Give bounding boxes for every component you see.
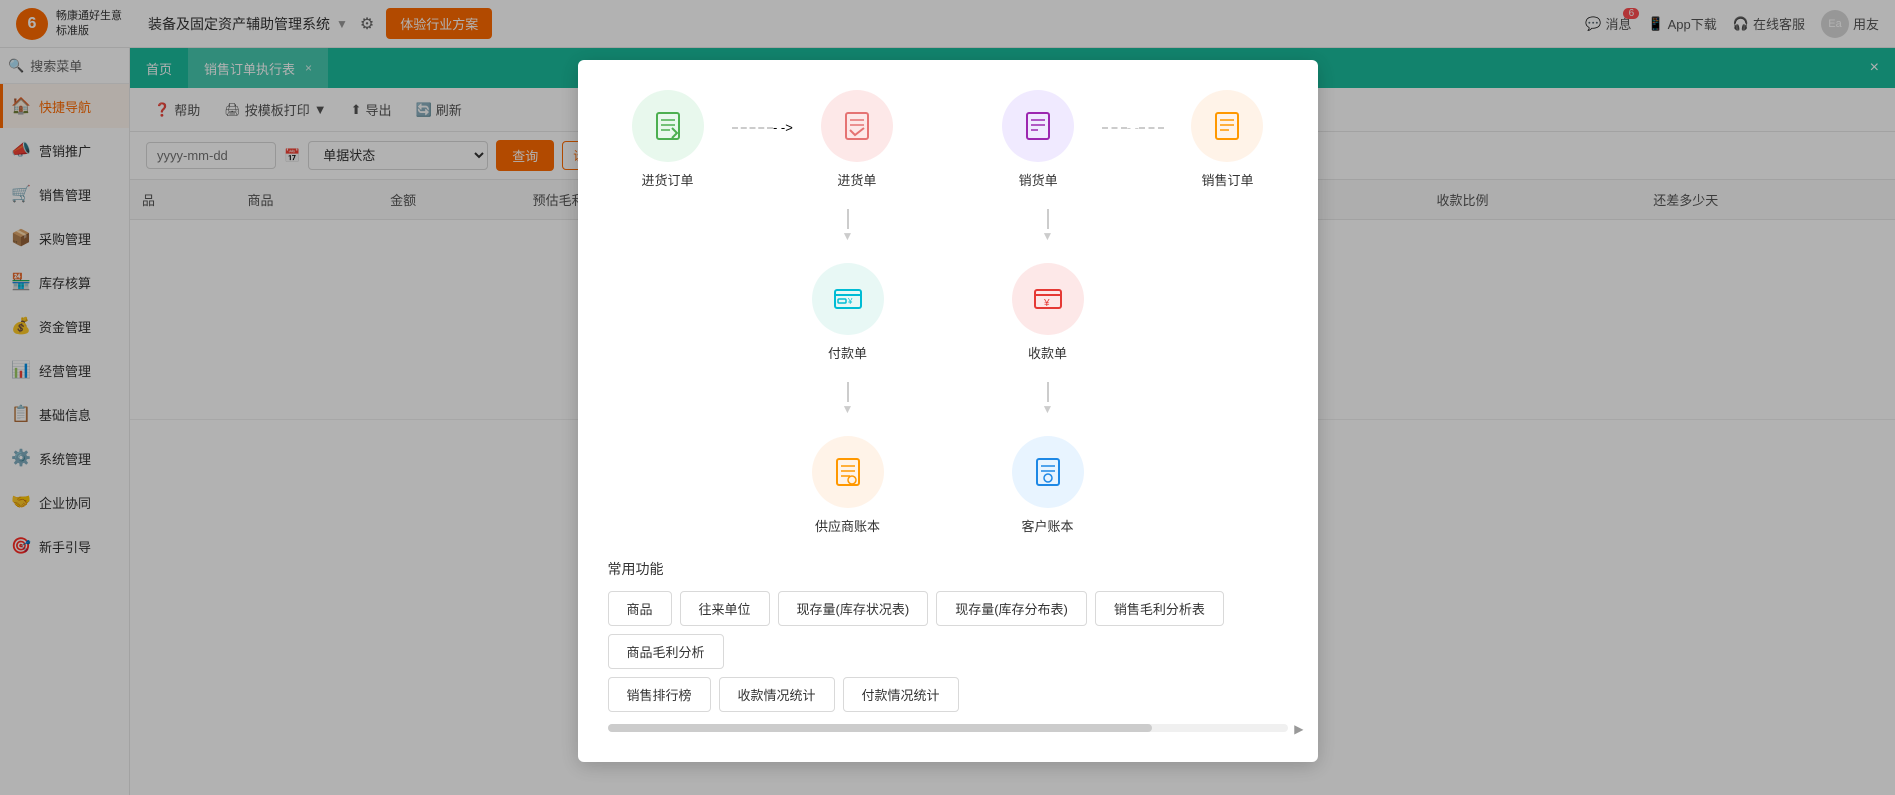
flow-section: 进货订单 - -> <box>608 90 1288 535</box>
common-btn-product[interactable]: 商品 <box>608 591 672 626</box>
flow-node-sales-bill: 销货单 <box>978 90 1098 189</box>
scrollbar-thumb[interactable] <box>608 724 1152 732</box>
common-functions-section: 常用功能 商品 往来单位 现存量(库存状况表) 现存量(库存分布表) 销售毛利分… <box>608 559 1288 712</box>
supplier-ledger-label: 供应商账本 <box>815 516 880 535</box>
sales-order-label: 销售订单 <box>1201 170 1253 189</box>
scroll-right-arrow[interactable]: ▶ <box>1294 722 1303 736</box>
common-buttons-row-2: 销售排行榜 收款情况统计 付款情况统计 <box>608 677 1288 712</box>
common-functions-title: 常用功能 <box>608 559 1288 579</box>
flow-row-arrows2: ▼ ▼ <box>608 382 1288 416</box>
sales-bill-label: 销货单 <box>1019 170 1058 189</box>
payment-circle[interactable]: ¥ <box>812 263 884 335</box>
flow-node-supplier-ledger: 供应商账本 <box>788 436 908 535</box>
flow-row-1: 进货订单 - -> <box>608 90 1288 189</box>
svg-text:¥: ¥ <box>1043 298 1050 309</box>
flow-node-receipt: ¥ 收款单 <box>988 263 1108 362</box>
payment-label: 付款单 <box>828 343 867 362</box>
flow-row-arrows: ▼ ▼ <box>608 209 1288 243</box>
sales-bill-circle[interactable] <box>1002 90 1074 162</box>
purchase-bill-circle[interactable] <box>821 90 893 162</box>
common-btn-receipt-stats[interactable]: 收款情况统计 <box>719 677 835 712</box>
flow-row-2: ¥ 付款单 ¥ 收款单 <box>608 263 1288 362</box>
flow-node-purchase-bill: 进货单 <box>797 90 917 189</box>
arrow-sales-order-to-bill: - - <box>1098 120 1167 159</box>
common-btn-stock-dist[interactable]: 现存量(库存分布表) <box>936 591 1087 626</box>
common-buttons-row-1: 商品 往来单位 现存量(库存状况表) 现存量(库存分布表) 销售毛利分析表 商品… <box>608 591 1288 669</box>
purchase-order-circle[interactable] <box>632 90 704 162</box>
modal-overlay[interactable]: 进货订单 - -> <box>0 0 1895 795</box>
arrow-purchase-to-bill: - -> <box>728 120 797 159</box>
svg-text:¥: ¥ <box>847 297 853 306</box>
flow-node-sales-order: 销售订单 <box>1167 90 1287 189</box>
flow-row-3: 供应商账本 客户账本 <box>608 436 1288 535</box>
flow-modal: 进货订单 - -> <box>578 60 1318 762</box>
common-btn-stock-status[interactable]: 现存量(库存状况表) <box>778 591 929 626</box>
common-btn-sales-ranking[interactable]: 销售排行榜 <box>608 677 711 712</box>
common-btn-product-profit[interactable]: 商品毛利分析 <box>608 634 724 669</box>
common-btn-sales-profit[interactable]: 销售毛利分析表 <box>1095 591 1224 626</box>
purchase-order-label: 进货订单 <box>641 170 693 189</box>
flow-node-customer-ledger: 客户账本 <box>988 436 1108 535</box>
receipt-label: 收款单 <box>1028 343 1067 362</box>
common-btn-payment-stats[interactable]: 付款情况统计 <box>843 677 959 712</box>
supplier-ledger-circle[interactable] <box>812 436 884 508</box>
common-btn-partner[interactable]: 往来单位 <box>680 591 770 626</box>
customer-ledger-circle[interactable] <box>1012 436 1084 508</box>
customer-ledger-label: 客户账本 <box>1021 516 1073 535</box>
receipt-circle[interactable]: ¥ <box>1012 263 1084 335</box>
flow-node-payment: ¥ 付款单 <box>788 263 908 362</box>
sales-order-circle[interactable] <box>1191 90 1263 162</box>
modal-scrollbar[interactable]: ▶ <box>608 724 1288 732</box>
flow-node-purchase-order: 进货订单 <box>608 90 728 189</box>
purchase-bill-label: 进货单 <box>837 170 876 189</box>
